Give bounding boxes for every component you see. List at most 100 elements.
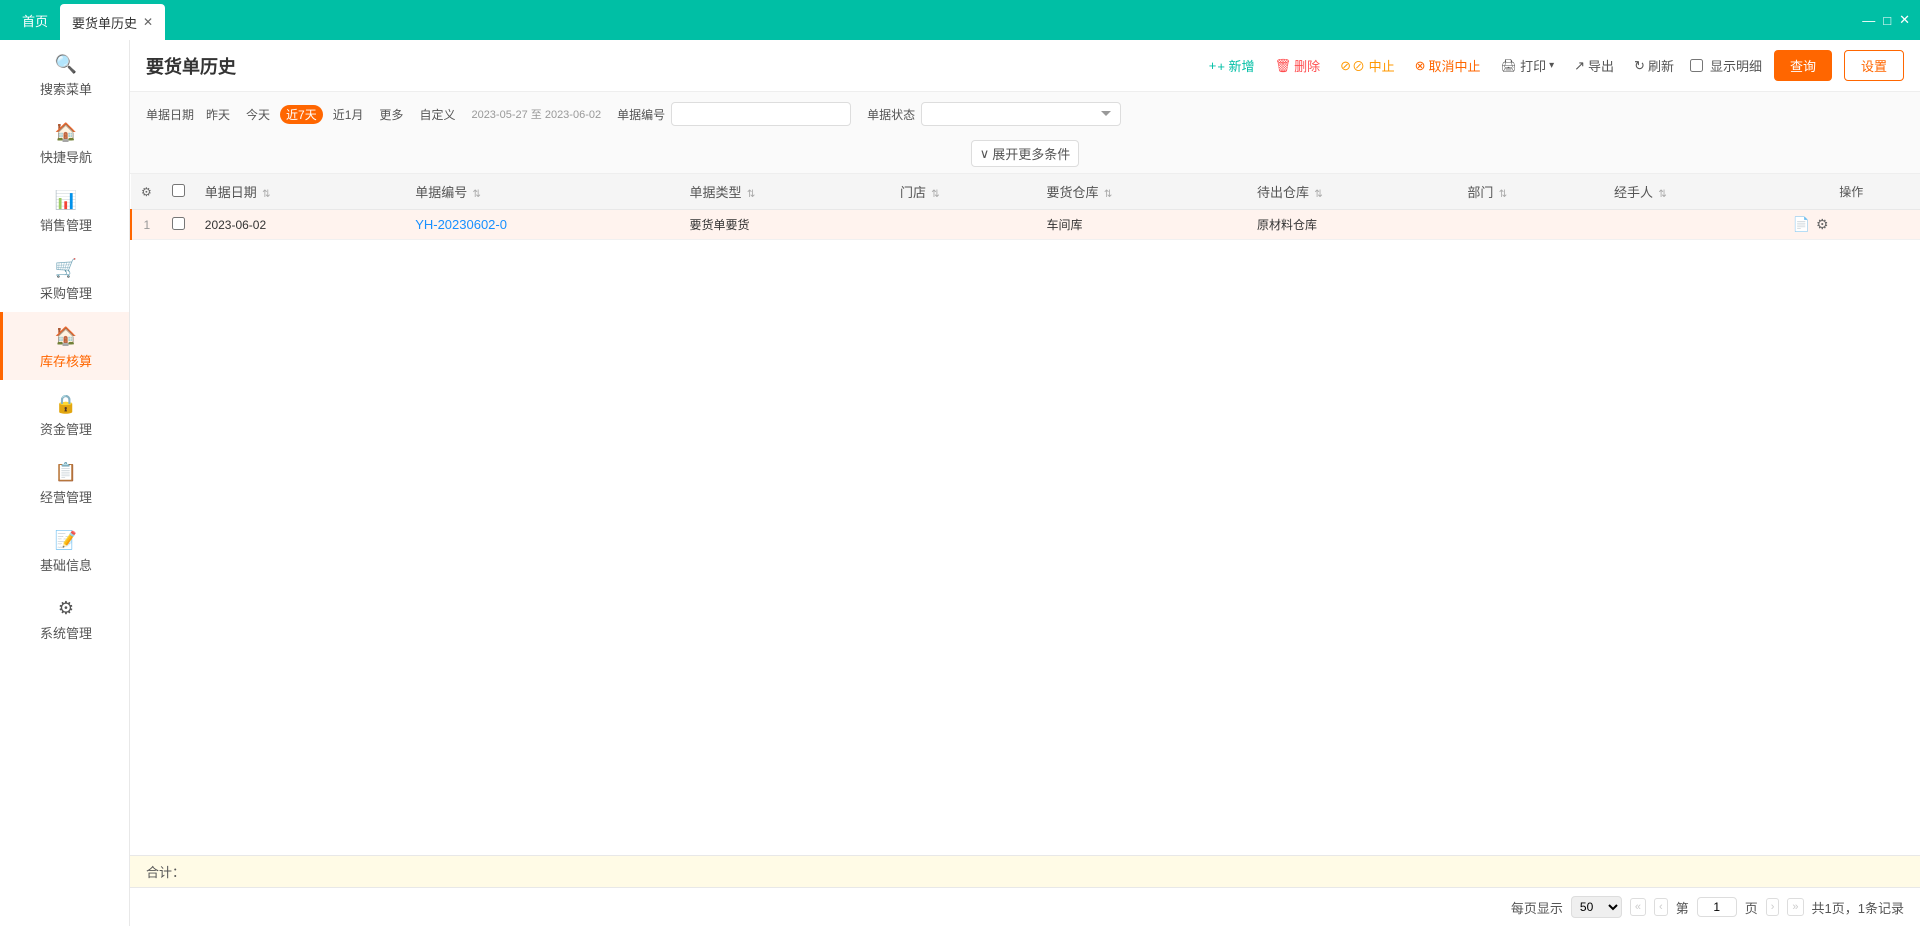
row-doc-type: 要货单要货 <box>680 210 890 240</box>
expand-more-button[interactable]: ∨ 展开更多条件 <box>971 140 1080 167</box>
sort-arrows-doc-date[interactable]: ⇅ <box>262 189 270 200</box>
per-page-label: 每页显示 <box>1511 898 1563 917</box>
sidebar-item-purchase[interactable]: 🛒 采购管理 <box>0 244 129 312</box>
column-doc-date: 单据日期 ⇅ <box>195 174 405 210</box>
column-settings[interactable]: ⚙ <box>131 174 162 210</box>
summary-label: 合计： <box>146 865 185 880</box>
inventory-icon: 🏠 <box>55 326 77 347</box>
settings-button[interactable]: 设置 <box>1844 50 1904 81</box>
row-pending-warehouse: 原材料仓库 <box>1247 210 1457 240</box>
column-department-label: 部门 <box>1467 185 1493 200</box>
search-icon: 🔍 <box>55 54 77 75</box>
doc-status-select[interactable] <box>921 102 1121 126</box>
show-detail-button[interactable]: 显示明细 <box>1690 56 1762 75</box>
page-number-input[interactable] <box>1697 897 1737 917</box>
column-handler: 经手人 ⇅ <box>1604 174 1783 210</box>
sidebar-item-system[interactable]: ⚙ 系统管理 <box>0 584 129 652</box>
sidebar-item-finance[interactable]: 🔒 资金管理 <box>0 380 129 448</box>
sidebar-item-shortcuts[interactable]: 🏠 快捷导航 <box>0 108 129 176</box>
sidebar-item-operations[interactable]: 📋 经营管理 <box>0 448 129 516</box>
export-button[interactable]: ↗ 导出 <box>1570 54 1618 77</box>
row-edit-icon[interactable]: 📄 <box>1793 216 1810 233</box>
expand-row: ∨ 展开更多条件 <box>146 134 1904 167</box>
show-detail-label: 显示明细 <box>1710 56 1762 75</box>
main-table: ⚙ 单据日期 ⇅ 单据编号 ⇅ 单据类型 <box>130 174 1920 240</box>
top-bar: 首页 要货单历史 ✕ — □ ✕ <box>0 0 1920 40</box>
cancel-stop-button[interactable]: ⊗ 取消中止 <box>1411 54 1485 77</box>
column-req-warehouse-label: 要货仓库 <box>1047 185 1099 200</box>
sidebar-item-search[interactable]: 🔍 搜索菜单 <box>0 40 129 108</box>
tab-yaohuodan[interactable]: 要货单历史 ✕ <box>60 4 165 40</box>
expand-more-label: 展开更多条件 <box>992 144 1070 163</box>
doc-status-filter: 单据状态 <box>867 102 1121 126</box>
row-req-warehouse: 车间库 <box>1037 210 1247 240</box>
table-footer-summary: 合计： <box>130 855 1920 887</box>
page-title: 要货单历史 <box>146 53 236 79</box>
sidebar-item-sales[interactable]: 📊 销售管理 <box>0 176 129 244</box>
column-handler-label: 经手人 <box>1614 185 1653 200</box>
per-page-select[interactable]: 50 10 20 100 <box>1571 896 1622 918</box>
more-shortcut[interactable]: 更多 <box>373 105 409 124</box>
minimize-btn[interactable]: — <box>1862 13 1875 28</box>
prev-page-btn[interactable]: ‹ <box>1654 898 1668 916</box>
custom-shortcut[interactable]: 自定义 <box>413 105 461 124</box>
last1month-shortcut[interactable]: 近1月 <box>327 105 370 124</box>
sort-arrows-department[interactable]: ⇅ <box>1499 189 1507 200</box>
table-row: 1 2023-06-02 YH-20230602-0 要货单要货 车间库 原材料… <box>131 210 1920 240</box>
first-page-btn[interactable]: « <box>1630 898 1646 916</box>
sort-arrows-doc-type[interactable]: ⇅ <box>747 189 755 200</box>
maximize-btn[interactable]: □ <box>1883 13 1891 28</box>
chevron-down-icon: ∨ <box>980 146 990 162</box>
tab-close-icon[interactable]: ✕ <box>143 15 153 29</box>
last-page-btn[interactable]: » <box>1787 898 1803 916</box>
tab-home[interactable]: 首页 <box>10 0 60 40</box>
row-handler <box>1604 210 1783 240</box>
home-icon: 🏠 <box>55 122 77 143</box>
sort-arrows-pending-warehouse[interactable]: ⇅ <box>1314 189 1322 200</box>
main-layout: 🔍 搜索菜单 🏠 快捷导航 📊 销售管理 🛒 采购管理 🏠 库存核算 🔒 资金管… <box>0 40 1920 926</box>
cancel-stop-icon: ⊗ <box>1415 58 1426 74</box>
table-body: 1 2023-06-02 YH-20230602-0 要货单要货 车间库 原材料… <box>131 210 1920 240</box>
refresh-btn-label: 刷新 <box>1648 56 1674 75</box>
close-btn[interactable]: ✕ <box>1899 12 1910 28</box>
tab-home-label: 首页 <box>22 11 48 30</box>
refresh-button[interactable]: ↻ 刷新 <box>1630 54 1678 77</box>
row-store <box>890 210 1037 240</box>
base-icon: 📝 <box>55 530 77 551</box>
top-bar-right: — □ ✕ <box>1862 12 1910 28</box>
doc-number-link[interactable]: YH-20230602-0 <box>415 217 507 232</box>
yesterday-shortcut[interactable]: 昨天 <box>200 105 236 124</box>
row-checkbox[interactable] <box>172 217 185 230</box>
delete-button[interactable]: 🗑 删除 <box>1271 54 1325 77</box>
next-page-btn[interactable]: › <box>1766 898 1780 916</box>
doc-number-input[interactable] <box>671 102 851 126</box>
sidebar-item-operations-label: 经营管理 <box>40 487 92 506</box>
print-button[interactable]: 🖨 打印 ▾ <box>1497 54 1559 77</box>
filter-bar: 单据日期 昨天 今天 近7天 近1月 更多 自定义 2023-05-27 至 2… <box>130 92 1920 174</box>
sort-arrows-handler[interactable]: ⇅ <box>1658 189 1666 200</box>
new-button[interactable]: + + 新增 <box>1205 54 1259 77</box>
sort-arrows-req-warehouse[interactable]: ⇅ <box>1104 189 1112 200</box>
tab-yaohuodan-label: 要货单历史 <box>72 13 137 32</box>
sidebar-item-purchase-label: 采购管理 <box>40 283 92 302</box>
row-doc-date: 2023-06-02 <box>195 210 405 240</box>
sidebar-item-inventory[interactable]: 🏠 库存核算 <box>0 312 129 380</box>
sidebar-item-base[interactable]: 📝 基础信息 <box>0 516 129 584</box>
show-detail-checkbox[interactable] <box>1690 59 1703 72</box>
last7days-shortcut[interactable]: 近7天 <box>280 105 323 124</box>
doc-status-label: 单据状态 <box>867 106 915 123</box>
query-button[interactable]: 查询 <box>1774 50 1832 81</box>
row-num: 1 <box>131 210 162 240</box>
lock-icon: 🔒 <box>55 394 77 415</box>
row-delete-icon[interactable]: ⚙ <box>1816 216 1829 233</box>
select-all-checkbox[interactable] <box>172 184 185 197</box>
row-action: 📄 ⚙ <box>1783 210 1920 240</box>
sort-arrows-doc-number[interactable]: ⇅ <box>473 189 481 200</box>
content-area: 要货单历史 + + 新增 🗑 删除 ⊘ ⊘ 中止 ⊗ 取消中止 <box>130 40 1920 926</box>
toolbar: + + 新增 🗑 删除 ⊘ ⊘ 中止 ⊗ 取消中止 🖨 打印 <box>1205 50 1904 81</box>
new-btn-label: + 新增 <box>1217 56 1254 75</box>
stop-button[interactable]: ⊘ ⊘ 中止 <box>1336 54 1399 77</box>
column-req-warehouse: 要货仓库 ⇅ <box>1037 174 1247 210</box>
today-shortcut[interactable]: 今天 <box>240 105 276 124</box>
sort-arrows-store[interactable]: ⇅ <box>931 189 939 200</box>
